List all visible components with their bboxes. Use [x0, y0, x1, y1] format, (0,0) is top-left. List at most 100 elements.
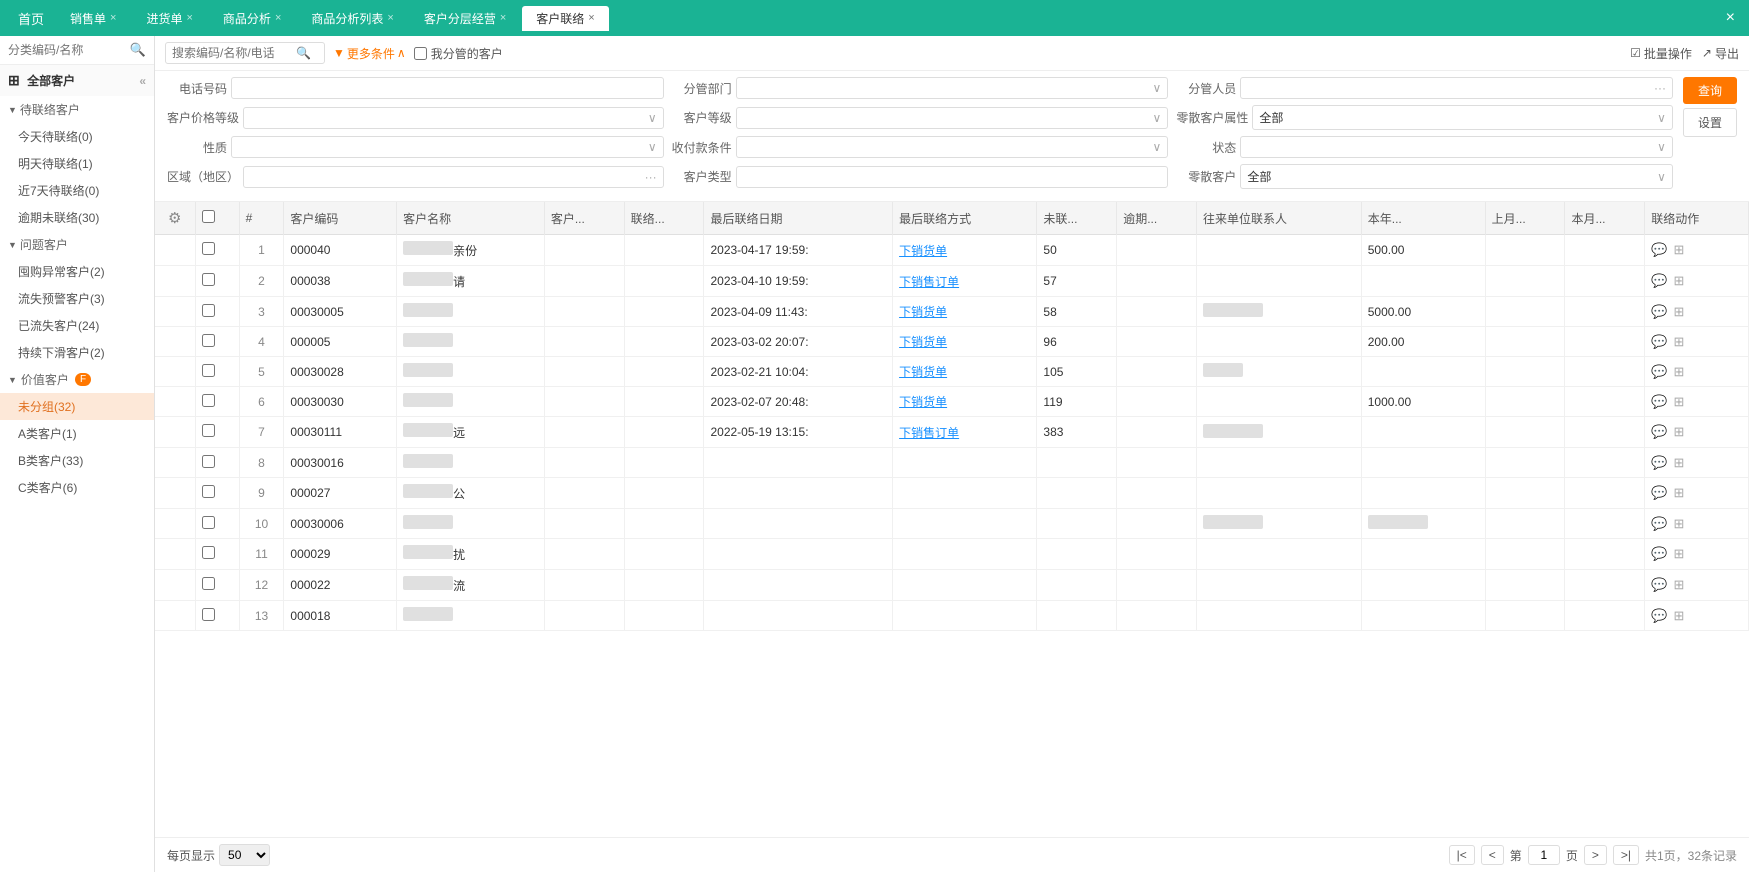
category-search-input[interactable]	[8, 43, 126, 57]
close-icon[interactable]: ×	[387, 12, 393, 24]
select-all-checkbox[interactable]	[202, 210, 215, 223]
tab-customer-tier[interactable]: 客户分层经营 ×	[410, 6, 520, 31]
grid-icon[interactable]: ⊞	[1673, 485, 1684, 501]
prev-page-button[interactable]: <	[1481, 845, 1504, 865]
tab-customer-contact[interactable]: 客户联络 ×	[522, 6, 608, 31]
customer-tier-select[interactable]: ∨	[736, 107, 1169, 129]
grid-icon[interactable]: ⊞	[1673, 334, 1684, 350]
first-page-button[interactable]: |<	[1449, 845, 1475, 865]
chat-icon[interactable]: 💬	[1651, 608, 1667, 624]
my-customers-check[interactable]	[414, 47, 427, 60]
more-conditions-button[interactable]: ▼ 更多条件 ∧	[333, 45, 406, 62]
all-customers-header[interactable]: ⊞ 全部客户 «	[0, 65, 154, 96]
casual-attr-select[interactable]: 全部 ∨	[1252, 105, 1673, 130]
pending-contact-group[interactable]: ▼ 待联络客户	[0, 96, 154, 123]
row-checkbox[interactable]	[202, 364, 215, 377]
customer-type-input[interactable]	[736, 166, 1169, 188]
price-tier-select[interactable]: ∨	[243, 107, 664, 129]
chat-icon[interactable]: 💬	[1651, 304, 1667, 320]
sidebar-item-7days[interactable]: 近7天待联络(0)	[0, 177, 154, 204]
row-checkbox[interactable]	[202, 608, 215, 621]
close-icon[interactable]: ×	[110, 12, 116, 24]
settings-icon[interactable]: ⚙	[168, 210, 181, 227]
nature-select[interactable]: ∨	[231, 136, 664, 158]
grid-icon[interactable]: ⊞	[1673, 273, 1684, 289]
chat-icon[interactable]: 💬	[1651, 546, 1667, 562]
payment-select[interactable]: ∨	[736, 136, 1169, 158]
row-checkbox[interactable]	[202, 424, 215, 437]
grid-icon[interactable]: ⊞	[1673, 364, 1684, 380]
grid-icon[interactable]: ⊞	[1673, 455, 1684, 471]
close-icon[interactable]: ×	[275, 12, 281, 24]
chat-icon[interactable]: 💬	[1651, 242, 1667, 258]
chat-icon[interactable]: 💬	[1651, 273, 1667, 289]
dept-select[interactable]: ∨	[736, 77, 1169, 99]
sidebar-item-abnormal[interactable]: 囤购异常客户(2)	[0, 258, 154, 285]
tab-purchase[interactable]: 进货单 ×	[132, 6, 206, 31]
tab-product-list[interactable]: 商品分析列表 ×	[297, 6, 407, 31]
row-checkbox[interactable]	[202, 577, 215, 590]
row-checkbox[interactable]	[202, 242, 215, 255]
checkbox-header[interactable]	[195, 202, 239, 235]
grid-icon[interactable]: ⊞	[1673, 608, 1684, 624]
value-customers-group[interactable]: ▼ 价值客户 F	[0, 366, 154, 393]
grid-icon[interactable]: ⊞	[1673, 242, 1684, 258]
chat-icon[interactable]: 💬	[1651, 577, 1667, 593]
row-checkbox[interactable]	[202, 485, 215, 498]
next-page-button[interactable]: >	[1584, 845, 1607, 865]
row-checkbox[interactable]	[202, 516, 215, 529]
casual-customer-select[interactable]: 全部 ∨	[1240, 164, 1673, 189]
row-checkbox[interactable]	[202, 304, 215, 317]
row-checkbox[interactable]	[202, 273, 215, 286]
sidebar-item-class-b[interactable]: B类客户(33)	[0, 447, 154, 474]
chat-icon[interactable]: 💬	[1651, 424, 1667, 440]
sidebar-item-overdue[interactable]: 逾期未联络(30)	[0, 204, 154, 231]
query-button[interactable]: 查询	[1683, 77, 1737, 104]
grid-icon[interactable]: ⊞	[1673, 304, 1684, 320]
per-page-dropdown[interactable]: 50 100 200	[219, 844, 270, 866]
grid-icon[interactable]: ⊞	[1673, 424, 1684, 440]
page-number-input[interactable]	[1528, 845, 1560, 865]
problem-customers-group[interactable]: ▼ 问题客户	[0, 231, 154, 258]
sidebar-item-churned[interactable]: 已流失客户(24)	[0, 312, 154, 339]
sidebar-item-class-c[interactable]: C类客户(6)	[0, 474, 154, 501]
chat-icon[interactable]: 💬	[1651, 334, 1667, 350]
chat-icon[interactable]: 💬	[1651, 485, 1667, 501]
reset-button[interactable]: 设置	[1683, 108, 1737, 137]
sidebar-item-churn-warning[interactable]: 流失预警客户(3)	[0, 285, 154, 312]
export-button[interactable]: ↗ 导出	[1702, 45, 1739, 62]
close-all-button[interactable]: ×	[1720, 9, 1741, 27]
grid-icon[interactable]: ⊞	[1673, 516, 1684, 532]
settings-header[interactable]: ⚙	[155, 202, 195, 235]
nav-home[interactable]: 首页	[8, 5, 54, 32]
batch-operation-button[interactable]: ☑ 批量操作	[1630, 45, 1692, 62]
sidebar-item-tomorrow[interactable]: 明天待联络(1)	[0, 150, 154, 177]
row-checkbox[interactable]	[202, 546, 215, 559]
chat-icon[interactable]: 💬	[1651, 394, 1667, 410]
chat-icon[interactable]: 💬	[1651, 364, 1667, 380]
grid-icon[interactable]: ⊞	[1673, 577, 1684, 593]
manager-input[interactable]: ···	[1240, 77, 1673, 99]
sidebar-item-declining[interactable]: 持续下滑客户(2)	[0, 339, 154, 366]
chat-icon[interactable]: 💬	[1651, 455, 1667, 471]
region-input[interactable]: ···	[243, 166, 664, 188]
row-checkbox[interactable]	[202, 455, 215, 468]
sidebar-item-today[interactable]: 今天待联络(0)	[0, 123, 154, 150]
close-icon[interactable]: ×	[588, 12, 594, 24]
sidebar-item-class-a[interactable]: A类客户(1)	[0, 420, 154, 447]
last-page-button[interactable]: >|	[1613, 845, 1639, 865]
tab-sales[interactable]: 销售单 ×	[56, 6, 130, 31]
row-checkbox[interactable]	[202, 394, 215, 407]
row-checkbox[interactable]	[202, 334, 215, 347]
tab-product-analysis[interactable]: 商品分析 ×	[209, 6, 295, 31]
chat-icon[interactable]: 💬	[1651, 516, 1667, 532]
phone-input[interactable]	[231, 77, 664, 99]
my-customers-checkbox[interactable]: 我分管的客户	[414, 45, 503, 62]
close-icon[interactable]: ×	[186, 12, 192, 24]
sidebar-item-ungrouped[interactable]: 未分组(32)	[0, 393, 154, 420]
status-select[interactable]: ∨	[1240, 136, 1673, 158]
search-input[interactable]	[172, 46, 292, 60]
close-icon[interactable]: ×	[500, 12, 506, 24]
grid-icon[interactable]: ⊞	[1673, 546, 1684, 562]
collapse-icon[interactable]: «	[139, 74, 146, 88]
